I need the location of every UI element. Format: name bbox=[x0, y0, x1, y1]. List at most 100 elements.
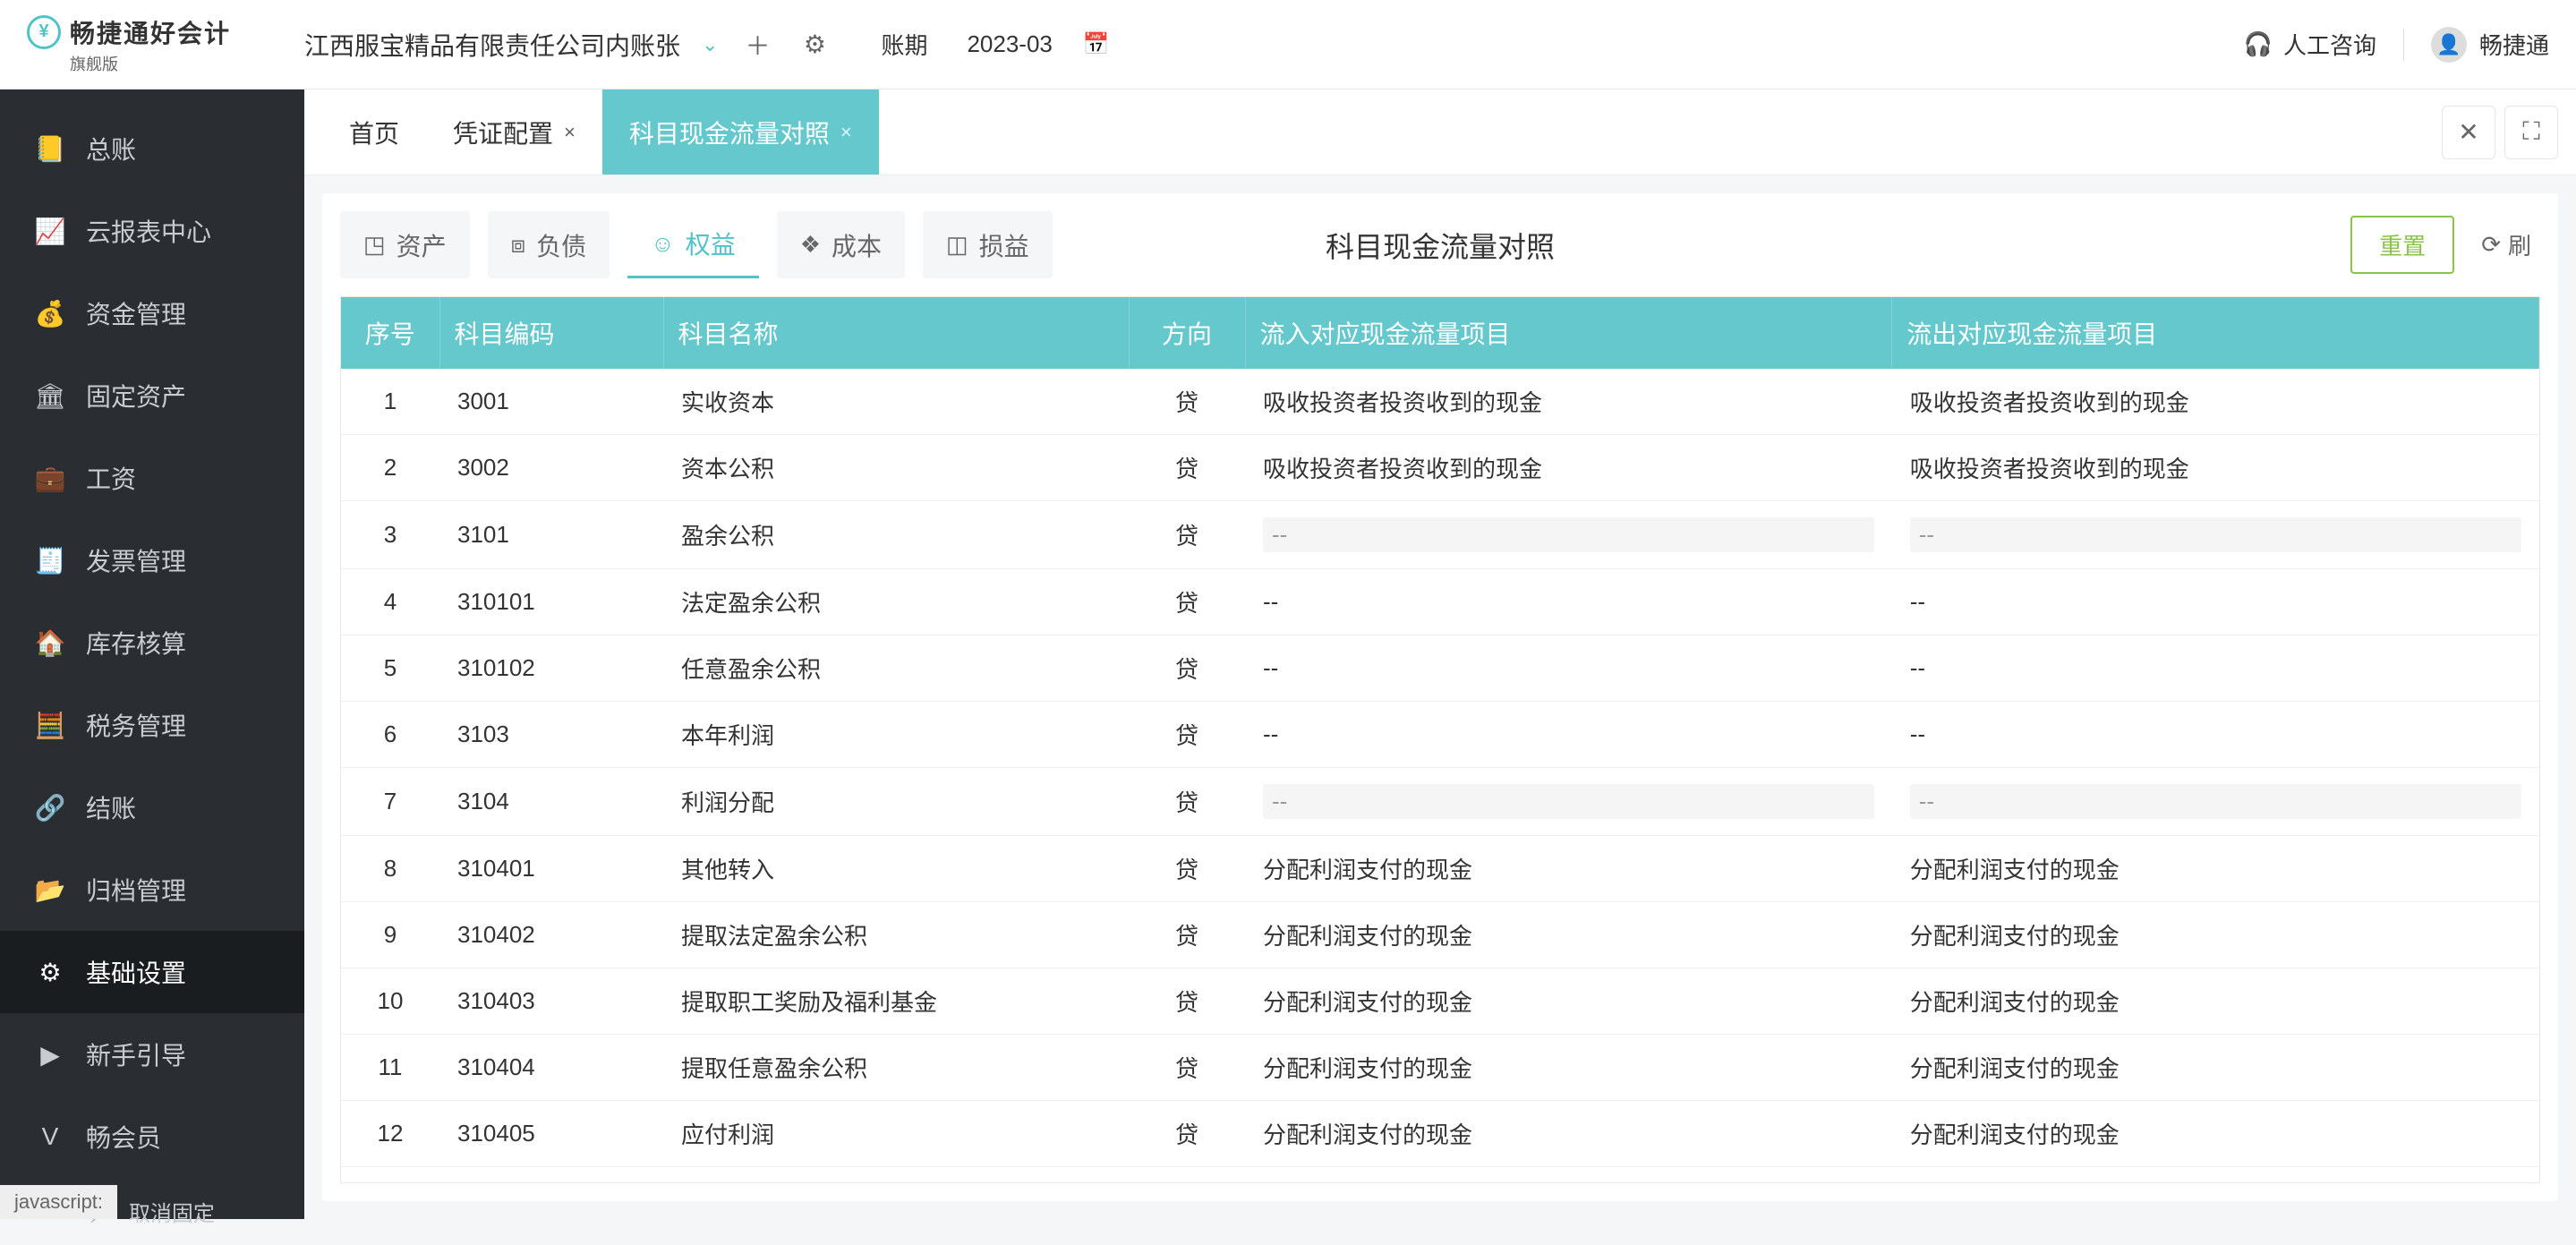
cell-direction: 贷 bbox=[1129, 1101, 1245, 1167]
sidebar-item-1[interactable]: 📈云报表中心 bbox=[0, 190, 304, 272]
table-row[interactable]: 11310404提取任意盈余公积贷分配利润支付的现金分配利润支付的现金 bbox=[341, 1035, 2539, 1101]
table-row[interactable]: 23002资本公积贷吸收投资者投资收到的现金吸收投资者投资收到的现金 bbox=[341, 435, 2539, 501]
sidebar-icon: 📒 bbox=[36, 134, 64, 163]
subtab-icon: ◳ bbox=[363, 231, 386, 259]
subtab-1[interactable]: ⧈负债 bbox=[488, 211, 610, 278]
sidebar-item-8[interactable]: 🔗结账 bbox=[0, 766, 304, 848]
fullscreen-button[interactable]: ⛶ bbox=[2504, 106, 2558, 159]
cell-outflow[interactable]: -- bbox=[1892, 702, 2539, 768]
sidebar-item-10[interactable]: ⚙基础设置 bbox=[0, 931, 304, 1013]
tab-0[interactable]: 首页 bbox=[322, 90, 426, 175]
sidebar-item-0[interactable]: 📒总账 bbox=[0, 107, 304, 190]
sidebar-item-11[interactable]: ▶新手引导 bbox=[0, 1013, 304, 1096]
cell-index: 3 bbox=[341, 501, 439, 569]
cell-inflow[interactable]: 分配利润支付的现金 bbox=[1245, 968, 1892, 1035]
cell-outflow[interactable]: -- bbox=[1892, 768, 2539, 836]
subtab-label: 成本 bbox=[832, 227, 882, 263]
brand-name: 畅捷通好会计 bbox=[70, 14, 231, 50]
gear-icon[interactable]: ⚙ bbox=[797, 30, 832, 59]
consult-link[interactable]: 🎧 人工咨询 bbox=[2244, 28, 2376, 61]
table-row[interactable]: 73104利润分配贷---- bbox=[341, 768, 2539, 836]
sidebar-item-6[interactable]: 🏠库存核算 bbox=[0, 601, 304, 684]
cell-inflow[interactable]: 分配利润支付的现金 bbox=[1245, 1035, 1892, 1101]
cell-outflow[interactable]: -- bbox=[1892, 569, 2539, 635]
close-tab-button[interactable]: ✕ bbox=[2442, 106, 2495, 159]
cell-outflow[interactable]: 分配利润支付的现金 bbox=[1892, 968, 2539, 1035]
table-row[interactable]: 33101盈余公积贷---- bbox=[341, 501, 2539, 569]
table-row[interactable]: 9310402提取法定盈余公积贷分配利润支付的现金分配利润支付的现金 bbox=[341, 902, 2539, 968]
subtab-3[interactable]: ❖ 成本 bbox=[777, 211, 905, 278]
cell-outflow[interactable]: 分配利润支付的现金 bbox=[1892, 1035, 2539, 1101]
cell-inflow[interactable]: 分配利润支付的现金 bbox=[1245, 902, 1892, 968]
sidebar-item-2[interactable]: 💰资金管理 bbox=[0, 272, 304, 354]
cell-index: 10 bbox=[341, 968, 439, 1035]
cell-outflow[interactable]: -- bbox=[1892, 501, 2539, 569]
calendar-icon[interactable]: 📅 bbox=[1083, 31, 1110, 57]
cell-code: 310405 bbox=[439, 1101, 663, 1167]
period-value[interactable]: 2023-03 bbox=[967, 30, 1052, 58]
cell-code: 310404 bbox=[439, 1035, 663, 1101]
cell-outflow[interactable]: 分配利润支付的现金 bbox=[1892, 1101, 2539, 1167]
cell-direction: 贷 bbox=[1129, 569, 1245, 635]
cell-inflow[interactable]: 分配利润支付的现金 bbox=[1245, 836, 1892, 902]
sidebar-item-5[interactable]: 🧾发票管理 bbox=[0, 519, 304, 601]
sidebar-icon: 🧮 bbox=[36, 711, 64, 739]
top-header: ¥ 畅捷通好会计 旗舰版 江西服宝精品有限责任公司内账张 ⌄ ＋ ⚙ 账期 20… bbox=[0, 0, 2576, 90]
table-row[interactable]: 13310406未分配利润贷分配利润支付的现金分配利润支付的现金 bbox=[341, 1167, 2539, 1184]
subtab-label: 负债 bbox=[536, 227, 586, 263]
tab-2[interactable]: 科目现金流量对照× bbox=[602, 90, 879, 175]
cell-inflow[interactable]: 分配利润支付的现金 bbox=[1245, 1167, 1892, 1184]
cell-direction: 贷 bbox=[1129, 968, 1245, 1035]
cell-outflow[interactable]: 吸收投资者投资收到的现金 bbox=[1892, 369, 2539, 435]
cell-inflow[interactable]: -- bbox=[1245, 501, 1892, 569]
subtab-2[interactable]: ☺权益 bbox=[627, 211, 759, 278]
table-row[interactable]: 8310401其他转入贷分配利润支付的现金分配利润支付的现金 bbox=[341, 836, 2539, 902]
table-row[interactable]: 12310405应付利润贷分配利润支付的现金分配利润支付的现金 bbox=[341, 1101, 2539, 1167]
add-icon[interactable]: ＋ bbox=[739, 27, 775, 63]
cell-inflow[interactable]: -- bbox=[1245, 768, 1892, 836]
close-icon[interactable]: × bbox=[840, 121, 852, 144]
refresh-label: 刷 bbox=[2508, 228, 2531, 261]
sidebar-item-7[interactable]: 🧮税务管理 bbox=[0, 684, 304, 766]
sidebar-item-3[interactable]: 🏛固定资产 bbox=[0, 354, 304, 437]
table-row[interactable]: 5310102任意盈余公积贷---- bbox=[341, 635, 2539, 702]
sidebar-item-12[interactable]: V畅会员 bbox=[0, 1096, 304, 1178]
cell-code: 310401 bbox=[439, 836, 663, 902]
cell-inflow[interactable]: 吸收投资者投资收到的现金 bbox=[1245, 369, 1892, 435]
cell-name: 提取任意盈余公积 bbox=[663, 1035, 1129, 1101]
chevron-down-icon[interactable]: ⌄ bbox=[702, 33, 718, 56]
cell-index: 6 bbox=[341, 702, 439, 768]
cashflow-table: 序号 科目编码 科目名称 方向 流入对应现金流量项目 流出对应现金流量项目 13… bbox=[341, 297, 2539, 1183]
user-menu[interactable]: 👤 畅捷通 bbox=[2431, 27, 2549, 63]
tabbar: 首页凭证配置×科目现金流量对照× ✕ ⛶ bbox=[304, 90, 2576, 175]
cell-outflow[interactable]: 吸收投资者投资收到的现金 bbox=[1892, 435, 2539, 501]
close-icon[interactable]: × bbox=[564, 121, 576, 144]
company-selector[interactable]: 江西服宝精品有限责任公司内账张 bbox=[304, 27, 680, 63]
tab-1[interactable]: 凭证配置× bbox=[426, 90, 602, 175]
table-row[interactable]: 63103本年利润贷---- bbox=[341, 702, 2539, 768]
sidebar-item-9[interactable]: 📂归档管理 bbox=[0, 848, 304, 931]
sidebar-item-4[interactable]: 💼工资 bbox=[0, 437, 304, 519]
cell-inflow[interactable]: 分配利润支付的现金 bbox=[1245, 1101, 1892, 1167]
cell-outflow[interactable]: 分配利润支付的现金 bbox=[1892, 902, 2539, 968]
sidebar-item-label: 资金管理 bbox=[86, 295, 186, 331]
subtab-icon: ◫ bbox=[946, 231, 968, 259]
cell-inflow[interactable]: -- bbox=[1245, 569, 1892, 635]
reset-button[interactable]: 重置 bbox=[2350, 216, 2454, 274]
subtab-0[interactable]: ◳资产 bbox=[340, 211, 470, 278]
cell-inflow[interactable]: -- bbox=[1245, 702, 1892, 768]
table-row[interactable]: 4310101法定盈余公积贷---- bbox=[341, 569, 2539, 635]
cell-outflow[interactable]: -- bbox=[1892, 635, 2539, 702]
cell-direction: 贷 bbox=[1129, 635, 1245, 702]
status-bar: javascript: bbox=[0, 1185, 117, 1219]
refresh-button[interactable]: ⟳ 刷 bbox=[2472, 228, 2540, 261]
sidebar-item-label: 库存核算 bbox=[86, 625, 186, 661]
subtab-icon: ❖ bbox=[800, 231, 821, 259]
cell-outflow[interactable]: 分配利润支付的现金 bbox=[1892, 836, 2539, 902]
table-row[interactable]: 13001实收资本贷吸收投资者投资收到的现金吸收投资者投资收到的现金 bbox=[341, 369, 2539, 435]
cell-inflow[interactable]: -- bbox=[1245, 635, 1892, 702]
cell-inflow[interactable]: 吸收投资者投资收到的现金 bbox=[1245, 435, 1892, 501]
subtab-4[interactable]: ◫损益 bbox=[923, 211, 1053, 278]
table-row[interactable]: 10310403提取职工奖励及福利基金贷分配利润支付的现金分配利润支付的现金 bbox=[341, 968, 2539, 1035]
cell-outflow[interactable]: 分配利润支付的现金 bbox=[1892, 1167, 2539, 1184]
